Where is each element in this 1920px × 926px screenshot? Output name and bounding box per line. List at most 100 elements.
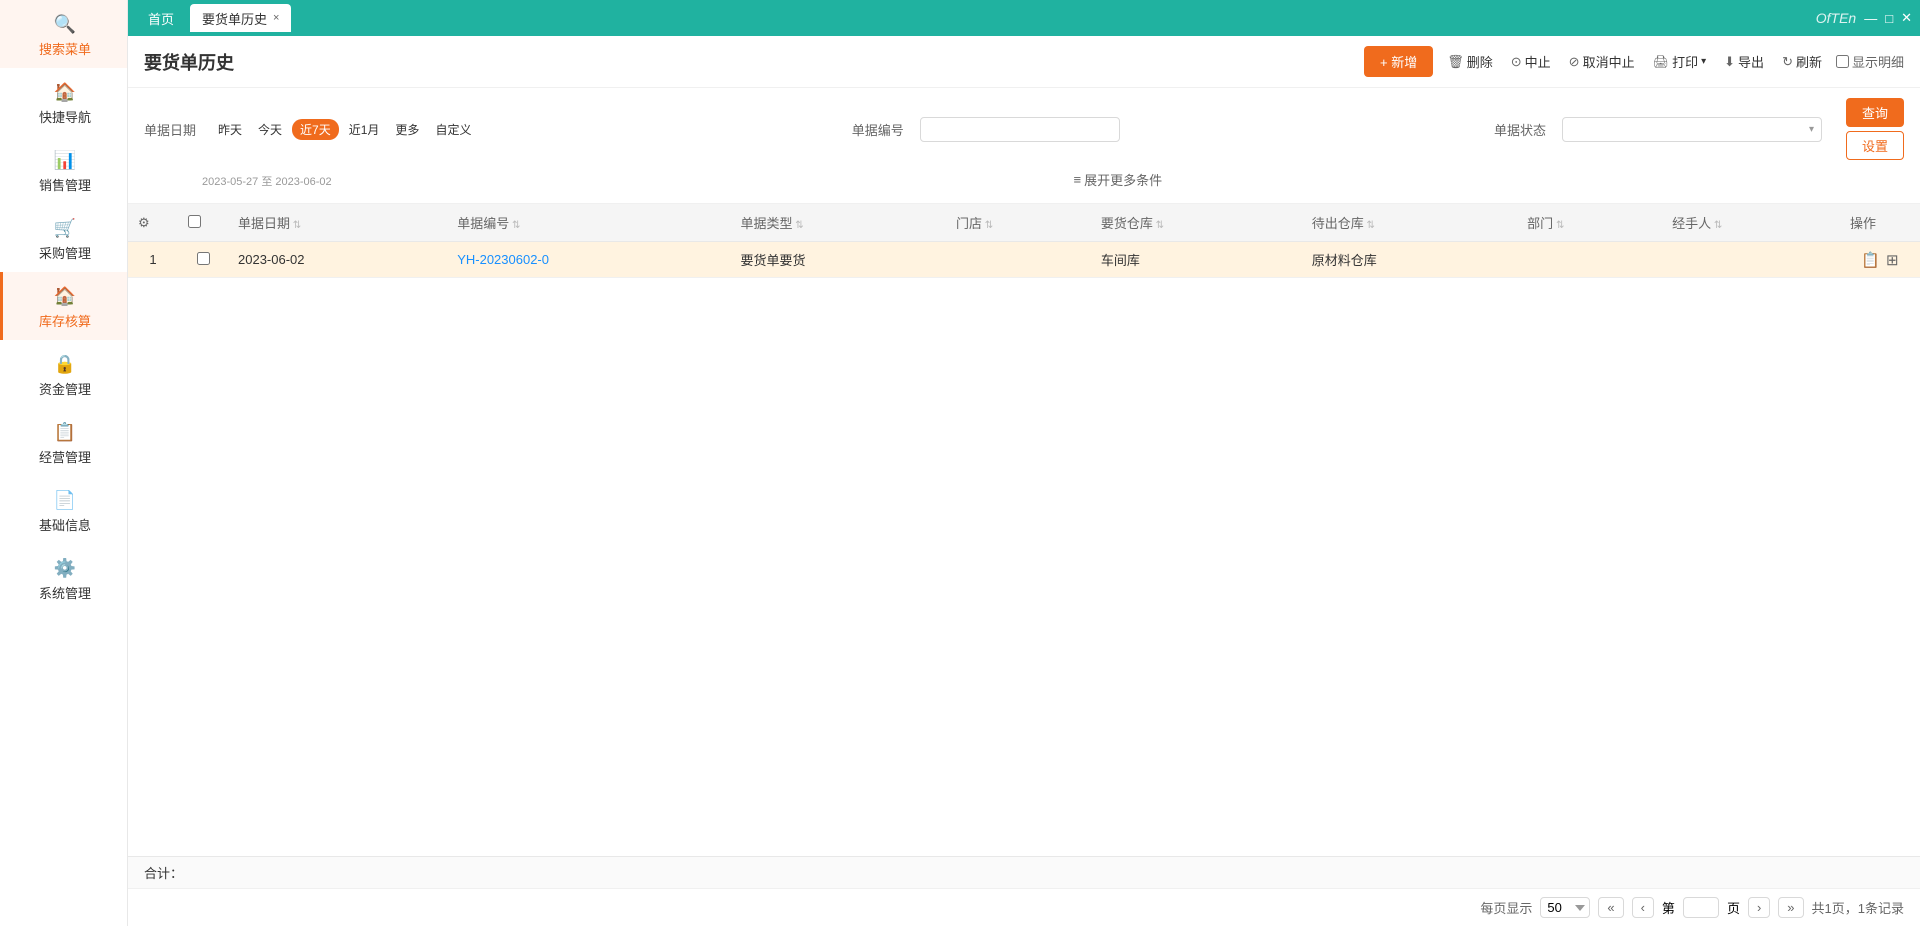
sidebar-label-sales: 销售管理: [39, 175, 91, 194]
sidebar-item-system[interactable]: ⚙️系统管理: [0, 544, 127, 612]
table-row: 12023-06-02YH-20230602-0要货单要货车间库原材料仓库📋⊞: [128, 242, 1920, 278]
col-header-order_no[interactable]: 单据编号 ⇅: [447, 204, 730, 242]
row-pending-warehouse-0: 原材料仓库: [1302, 242, 1517, 278]
table-footer: 合计：: [128, 856, 1920, 888]
new-button[interactable]: + 新增: [1364, 46, 1433, 77]
sidebar-item-basic[interactable]: 📄 基础信息: [0, 476, 127, 544]
date-btn-近1月[interactable]: 近1月: [343, 119, 386, 140]
display-detail-toggle[interactable]: 显示明细: [1836, 52, 1904, 71]
date-btn-今天[interactable]: 今天: [252, 119, 288, 140]
main-area: 首页要货单历史× OfTEn — □ ✕ 要货单历史 + 新增 🗑 删除 ⊙ 中…: [128, 0, 1920, 926]
footer-total-label: 合计：: [144, 863, 183, 882]
col-header-pending_warehouse[interactable]: 待出仓库 ⇅: [1302, 204, 1517, 242]
status-input[interactable]: [1562, 117, 1822, 142]
page-suffix: 页: [1727, 898, 1740, 917]
row-handler-0: [1662, 242, 1840, 278]
tab-close-requisition-history[interactable]: ×: [273, 12, 279, 24]
col-header-department[interactable]: 部门 ⇅: [1517, 204, 1662, 242]
sidebar-item-finance[interactable]: 🔒资金管理: [0, 340, 127, 408]
sidebar-label-search-menu: 搜索菜单: [39, 39, 91, 58]
sort-icon-order_no: ⇅: [509, 220, 520, 231]
sidebar-item-operations[interactable]: 📋经营管理: [0, 408, 127, 476]
row-order-no-0[interactable]: YH-20230602-0: [447, 242, 730, 278]
per-page-select[interactable]: 2050100: [1540, 897, 1590, 918]
export-button[interactable]: ⬇ 导出: [1720, 50, 1768, 73]
table-container: ⚙单据日期 ⇅单据编号 ⇅单据类型 ⇅门店 ⇅要货仓库 ⇅待出仓库 ⇅部门 ⇅经…: [128, 204, 1920, 856]
delete-button[interactable]: 🗑 删除: [1443, 50, 1497, 73]
row-department-0: [1517, 242, 1662, 278]
close-window-btn[interactable]: ✕: [1901, 10, 1912, 26]
date-btn-更多[interactable]: 更多: [389, 119, 425, 140]
sidebar-icon-sales: 📊: [54, 150, 76, 171]
tab-requisition-history[interactable]: 要货单历史 ×: [190, 4, 291, 32]
row-edit-icon-0[interactable]: 📋: [1861, 251, 1880, 269]
sidebar-icon-finance: 🔒: [54, 354, 76, 375]
sidebar-icon-basic: 📄: [54, 490, 76, 511]
sort-icon-handler: ⇅: [1711, 220, 1722, 231]
sort-icon-store: ⇅: [982, 220, 993, 231]
cancel-suspend-button[interactable]: ⊘ 取消中止: [1565, 50, 1639, 73]
page-input[interactable]: 1: [1683, 897, 1719, 918]
tab-bar-right: OfTEn — □ ✕: [1816, 10, 1912, 26]
sort-icon-order_type: ⇅: [793, 220, 804, 231]
query-button[interactable]: 查询: [1846, 98, 1904, 127]
table-settings-icon[interactable]: ⚙: [138, 215, 150, 230]
expand-filter-button[interactable]: ≡ 展开更多条件: [1062, 166, 1175, 193]
sidebar-item-inventory[interactable]: 🏠库存核算: [0, 272, 127, 340]
date-btn-昨天[interactable]: 昨天: [212, 119, 248, 140]
row-checkbox-0[interactable]: [197, 252, 210, 265]
col-header-order_type[interactable]: 单据类型 ⇅: [731, 204, 946, 242]
row-num-0: 1: [128, 242, 178, 278]
row-action-0: 📋⊞: [1840, 242, 1920, 278]
sidebar-label-basic: 基础信息: [39, 515, 91, 534]
minimize-btn[interactable]: —: [1864, 11, 1877, 26]
col-header-handler[interactable]: 经手人 ⇅: [1662, 204, 1840, 242]
last-page-btn[interactable]: »: [1778, 897, 1803, 918]
filter-area: 单据日期 昨天今天近7天近1月更多自定义 单据编号 单据状态 ▾ 查询 设置: [128, 88, 1920, 204]
row-order-type-0: 要货单要货: [731, 242, 946, 278]
sidebar: 🔍 搜索菜单 🏠快捷导航 📊 销售管理 🛒采购管理🏠库存核算🔒资金管理📋经营管理 📄 基础信息…: [0, 0, 128, 926]
row-delete-icon-0[interactable]: ⊞: [1886, 251, 1899, 269]
suspend-button[interactable]: ⊙ 中止: [1507, 50, 1555, 73]
per-page-label: 每页显示: [1480, 898, 1532, 917]
date-btn-近7天[interactable]: 近7天: [292, 119, 339, 140]
tab-label-requisition-history: 要货单历史: [202, 9, 267, 28]
col-label-department: 部门: [1527, 216, 1553, 231]
sidebar-icon-search-menu: 🔍: [54, 14, 76, 35]
page-title: 要货单历史: [144, 49, 234, 75]
tab-home[interactable]: 首页: [136, 4, 186, 32]
col-header-action: 操作: [1840, 204, 1920, 242]
col-label-order_type: 单据类型: [741, 216, 793, 231]
sidebar-item-purchase[interactable]: 🛒采购管理: [0, 204, 127, 272]
col-header-store[interactable]: 门店 ⇅: [946, 204, 1091, 242]
col-label-action: 操作: [1850, 216, 1876, 231]
content-area: 要货单历史 + 新增 🗑 删除 ⊙ 中止 ⊘ 取消中止 🖨 打印: [128, 36, 1920, 926]
sort-icon-date: ⇅: [290, 220, 301, 231]
order-no-link-0[interactable]: YH-20230602-0: [457, 252, 549, 267]
order-no-input[interactable]: [920, 117, 1120, 142]
sidebar-label-operations: 经营管理: [39, 447, 91, 466]
row-date-0: 2023-06-02: [228, 242, 447, 278]
select-all-checkbox[interactable]: [188, 215, 201, 228]
filter-row-1: 单据日期 昨天今天近7天近1月更多自定义 单据编号 单据状态 ▾ 查询 设置: [144, 98, 1904, 160]
sidebar-item-search-menu[interactable]: 🔍 搜索菜单: [0, 0, 127, 68]
sidebar-item-sales[interactable]: 📊 销售管理: [0, 136, 127, 204]
row-store-0: [946, 242, 1091, 278]
col-label-req_warehouse: 要货仓库: [1101, 216, 1153, 231]
display-detail-checkbox[interactable]: [1836, 55, 1849, 68]
first-page-btn[interactable]: «: [1598, 897, 1623, 918]
sidebar-icon-inventory: 🏠: [54, 286, 76, 307]
col-header-req_warehouse[interactable]: 要货仓库 ⇅: [1091, 204, 1302, 242]
col-header-date[interactable]: 单据日期 ⇅: [228, 204, 447, 242]
refresh-button[interactable]: ↻ 刷新: [1778, 50, 1826, 73]
prev-page-btn[interactable]: ‹: [1632, 897, 1654, 918]
row-check-0[interactable]: [178, 242, 228, 278]
print-button[interactable]: 🖨 打印 ▾: [1649, 50, 1711, 73]
maximize-btn[interactable]: □: [1885, 11, 1893, 26]
next-page-btn[interactable]: ›: [1748, 897, 1770, 918]
date-btn-自定义[interactable]: 自定义: [429, 119, 477, 140]
settings-button[interactable]: 设置: [1846, 131, 1904, 160]
sidebar-item-quick-nav[interactable]: 🏠快捷导航: [0, 68, 127, 136]
col-header-settings: ⚙: [128, 204, 178, 242]
row-req-warehouse-0: 车间库: [1091, 242, 1302, 278]
